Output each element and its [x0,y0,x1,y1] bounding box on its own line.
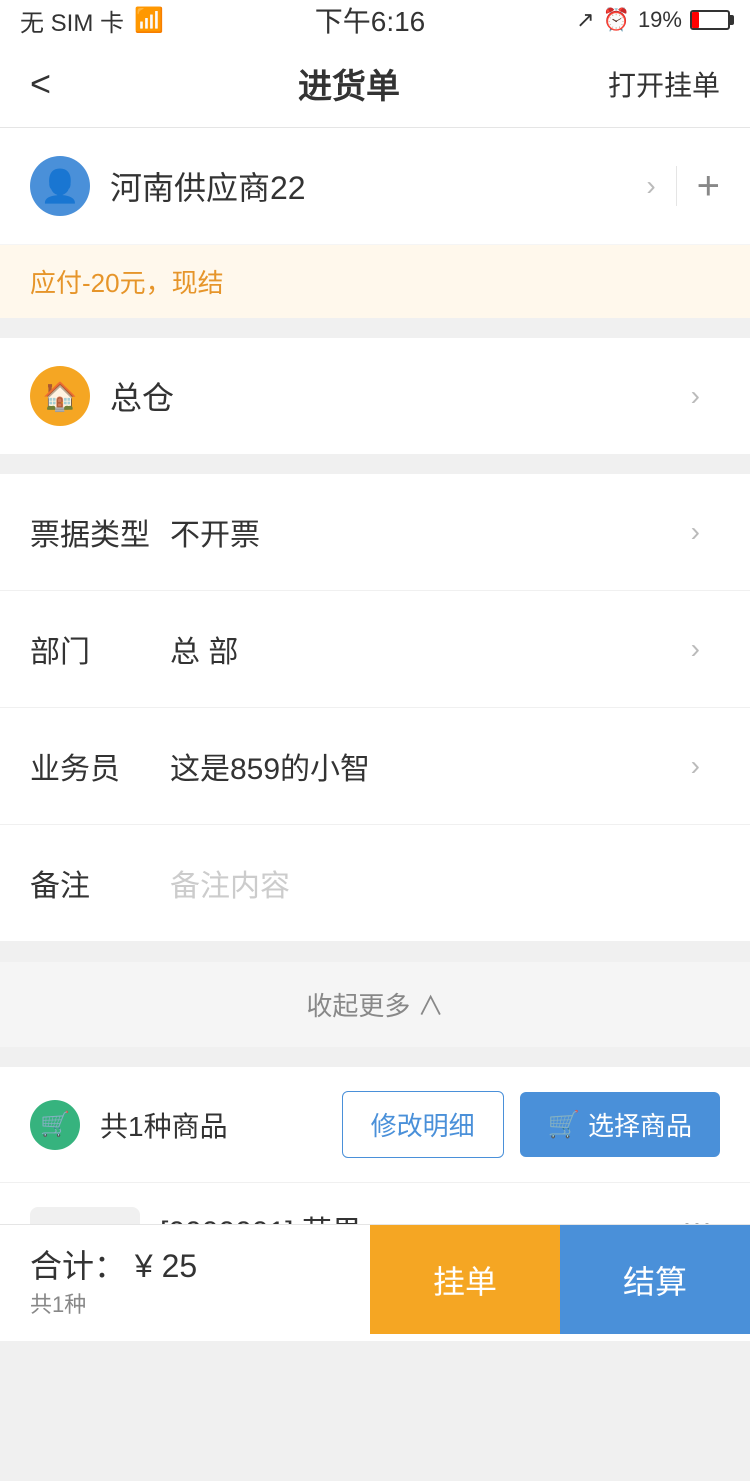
department-label: 部门 [30,627,170,671]
back-button[interactable]: < [30,63,90,105]
department-row[interactable]: 部门 总 部 › [0,591,750,708]
collapse-label: 收起更多 ∧ [306,991,443,1021]
supplier-name: 河南供应商22 [110,163,646,209]
chevron-right-icon: › [691,516,700,548]
total-section: 合计： ¥ 25 共1种 [0,1241,370,1319]
battery-icon [690,10,730,30]
page-title: 进货单 [298,59,400,108]
location-icon: ↗ [576,7,594,33]
chevron-right-icon: › [691,750,700,782]
shopping-icon: 🛒 [40,1110,70,1139]
form-section: 票据类型 不开票 › 部门 总 部 › 业务员 这是859的小智 › 备注 备注… [0,474,750,942]
bottom-bar: 合计： ¥ 25 共1种 挂单 结算 [0,1224,750,1334]
alarm-icon: ⏰ [603,7,630,33]
supplier-row[interactable]: 👤 河南供应商22 › + [0,128,750,245]
edit-detail-button[interactable]: 修改明细 [342,1091,504,1158]
select-product-label: 选择商品 [588,1106,692,1143]
remark-row[interactable]: 备注 备注内容 [0,825,750,942]
warehouse-section[interactable]: 🏠 总仓 › [0,338,750,454]
remark-label: 备注 [30,861,170,905]
collapse-toggle[interactable]: 收起更多 ∧ [0,962,750,1047]
notice-text: 应付-20元，现结 [30,268,224,298]
warehouse-icon: 🏠 [30,366,90,426]
battery-percent: 19% [638,7,682,33]
chevron-right-icon: › [646,170,655,202]
notice-bar: 应付-20元，现结 [0,245,750,318]
invoice-type-row[interactable]: 票据类型 不开票 › [0,474,750,591]
settle-button[interactable]: 结算 [560,1225,750,1334]
cart-icon: 🛒 [548,1109,580,1140]
invoice-type-value: 不开票 [170,510,691,554]
product-count: 共1种商品 [100,1105,342,1145]
salesman-label: 业务员 [30,744,170,788]
hang-button[interactable]: 挂单 [370,1225,560,1334]
user-icon: 👤 [40,167,80,205]
carrier-label: 无 SIM 卡 [20,3,124,38]
add-button[interactable]: + [697,164,720,209]
remark-input[interactable]: 备注内容 [170,861,720,905]
home-icon: 🏠 [43,380,78,413]
vertical-divider [676,166,677,206]
chevron-right-icon: › [691,633,700,665]
product-count-icon: 🛒 [30,1100,80,1150]
chevron-right-icon: › [691,380,700,412]
nav-bar: < 进货单 打开挂单 [0,40,750,128]
wifi-icon: 📶 [134,6,164,35]
select-product-button[interactable]: 🛒 选择商品 [520,1092,720,1157]
warehouse-name: 总仓 [110,373,691,419]
product-header: 🛒 共1种商品 修改明细 🛒 选择商品 [0,1067,750,1183]
open-pending-button[interactable]: 打开挂单 [608,64,720,104]
invoice-type-label: 票据类型 [30,510,170,554]
status-time: 下午6:16 [315,0,426,40]
status-bar: 无 SIM 卡 📶 下午6:16 ↗ ⏰ 19% [0,0,750,40]
supplier-section: 👤 河南供应商22 › + 应付-20元，现结 [0,128,750,318]
salesman-row[interactable]: 业务员 这是859的小智 › [0,708,750,825]
department-value: 总 部 [170,627,691,671]
supplier-avatar: 👤 [30,156,90,216]
salesman-value: 这是859的小智 [170,744,691,788]
total-amount: 合计： ¥ 25 [30,1241,340,1287]
total-count: 共1种 [30,1287,340,1319]
